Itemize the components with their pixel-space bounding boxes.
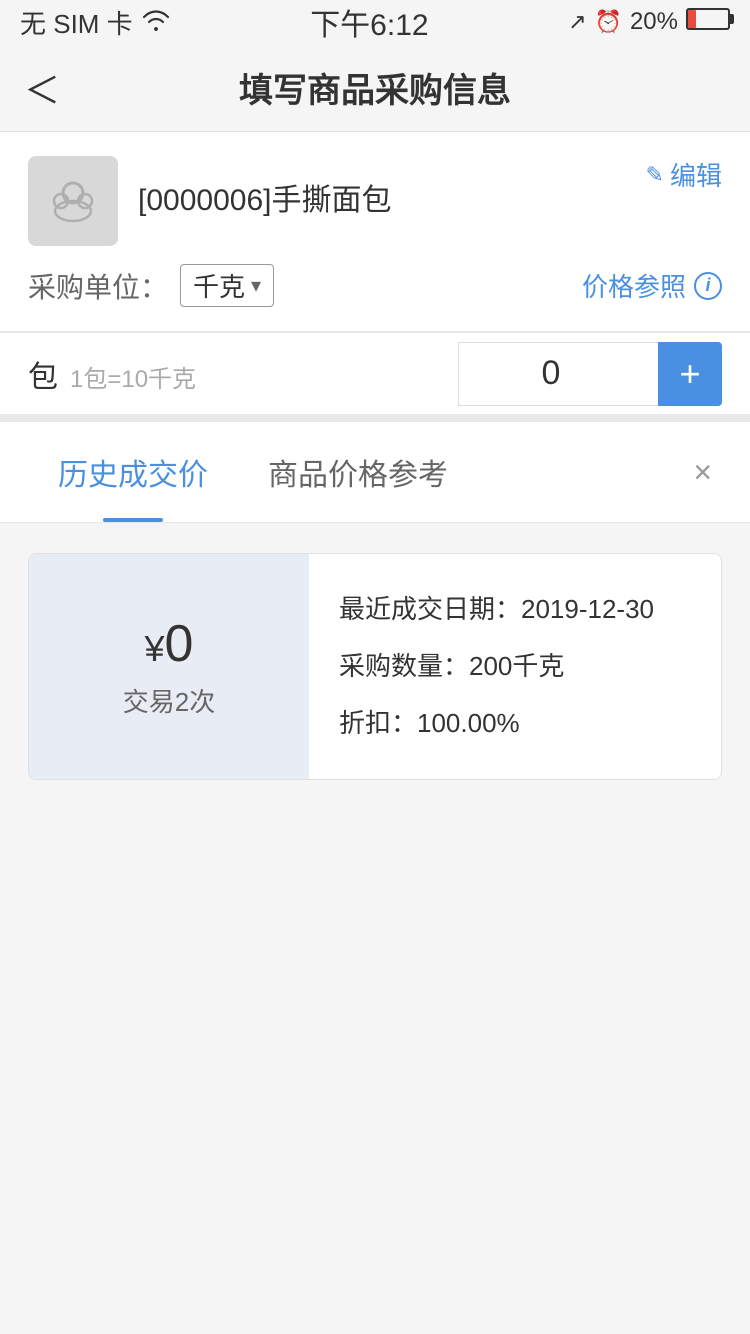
price-record-card: ¥0 交易2次 最近成交日期：2019-12-30 采购数量：200千克 折扣：… [28,553,722,780]
product-name: [0000006]手撕面包 [138,180,391,222]
currency-symbol: ¥ [145,628,165,669]
discount-value: 100.00% [417,708,520,738]
status-left: 无 SIM 卡 [20,4,171,41]
back-button[interactable]: ＜ [24,62,60,114]
price-amount: ¥0 [145,614,194,674]
tab-history-price[interactable]: 历史成交价 [28,422,238,522]
tab-price-reference[interactable]: 商品价格参考 [238,422,478,522]
unit-left: 采购单位： 千克 ▾ [28,264,274,307]
price-card-left: ¥0 交易2次 [29,554,309,779]
price-reference-button[interactable]: 价格参照 i [582,267,722,304]
battery-icon [686,8,730,37]
discount-label: 折扣： [339,708,417,738]
tab-price-reference-label: 商品价格参考 [268,459,448,492]
unit-selector[interactable]: 千克 ▾ [180,264,274,307]
product-left: [0000006]手撕面包 [28,156,391,246]
price-trades: 交易2次 [123,682,215,719]
quantity-unit: 包 [28,352,58,396]
status-right: ↗ ⏰ 20% [568,8,730,37]
price-ref-label: 价格参照 [582,267,686,304]
recent-date-row: 最近成交日期：2019-12-30 [339,590,691,629]
time-label: 下午6:12 [310,0,428,44]
edit-label: 编辑 [670,156,722,193]
page-title: 填写商品采购信息 [239,63,511,112]
product-unit-row: 采购单位： 千克 ▾ 价格参照 i [28,264,722,307]
quantity-plus-button[interactable]: + [658,342,722,406]
status-bar: 无 SIM 卡 下午6:12 ↗ ⏰ 20% [0,0,750,44]
recent-date-value: 2019-12-30 [521,594,654,624]
unit-prefix: 采购单位： [28,266,168,306]
nav-bar: ＜ 填写商品采购信息 [0,44,750,132]
purchase-quantity-row: 采购数量：200千克 [339,647,691,686]
purchase-quantity-label: 采购数量： [339,651,469,681]
quantity-section: 包 1包=10千克 + [0,332,750,422]
discount-row: 折扣：100.00% [339,704,691,743]
quantity-label: 包 1包=10千克 [28,352,196,396]
edit-icon: ✎ [646,162,664,188]
unit-value: 千克 [193,267,245,304]
info-icon: i [694,272,722,300]
price-value: 0 [165,615,194,673]
product-header: [0000006]手撕面包 ✎ 编辑 [28,156,722,246]
product-image [28,156,118,246]
purchase-quantity-value: 200千克 [469,651,564,681]
price-card-right: 最近成交日期：2019-12-30 采购数量：200千克 折扣：100.00% [309,554,721,779]
tab-close-button[interactable]: × [683,444,722,501]
tabs-left: 历史成交价 商品价格参考 [28,422,478,522]
battery-percent: 20% [630,8,678,36]
quantity-input-group: + [458,342,722,406]
chevron-down-icon: ▾ [251,273,261,298]
location-icon: ↗ [568,9,586,35]
recent-date-label: 最近成交日期： [339,594,521,624]
edit-button[interactable]: ✎ 编辑 [646,156,722,193]
tab-history-price-label: 历史成交价 [58,459,208,492]
tabs-container: 历史成交价 商品价格参考 × [0,422,750,523]
quantity-hint: 1包=10千克 [70,359,196,394]
quantity-input[interactable] [458,342,658,406]
wifi-icon [141,7,171,38]
carrier-label: 无 SIM 卡 [20,4,133,41]
alarm-icon: ⏰ [595,9,622,35]
product-card: [0000006]手撕面包 ✎ 编辑 采购单位： 千克 ▾ 价格参照 i [0,132,750,332]
